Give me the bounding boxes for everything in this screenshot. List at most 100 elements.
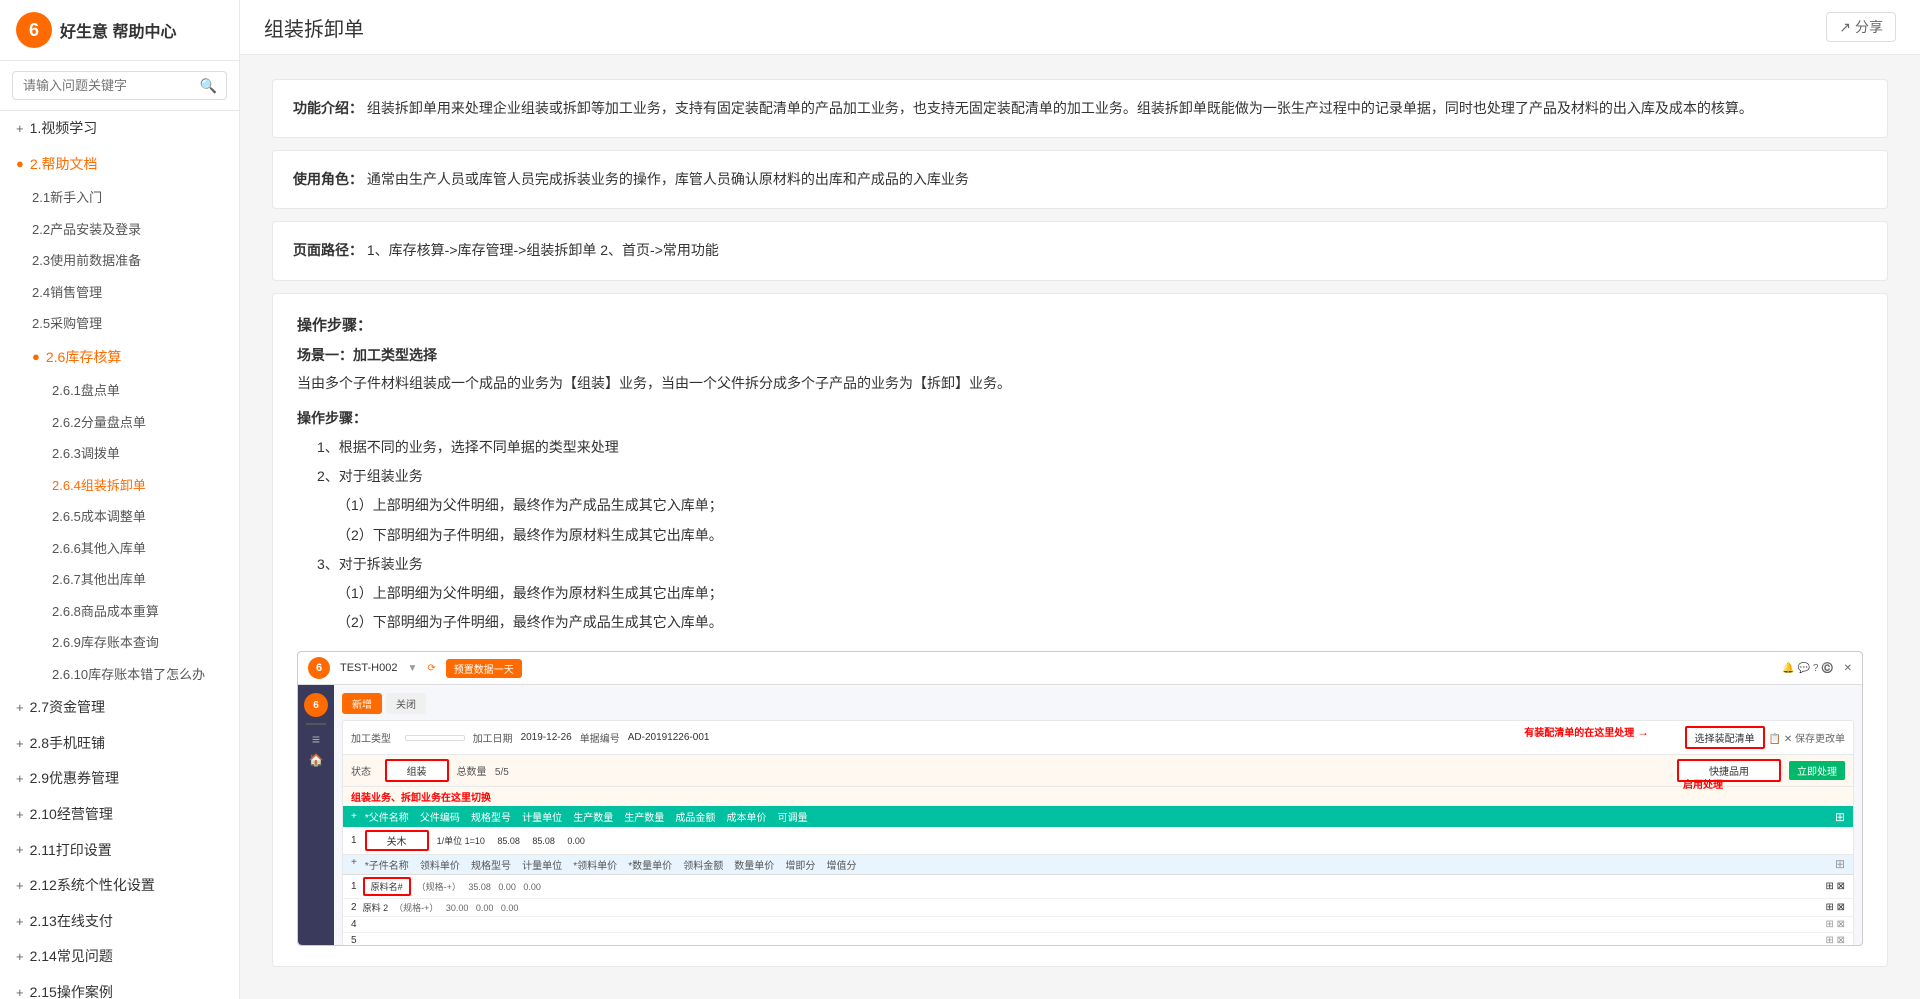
mock-dropdown-icon: ▼ — [407, 663, 417, 674]
annotation-bom-text: 有装配清单的在这里处理 — [1524, 728, 1634, 739]
share-icon: ↗ — [1839, 19, 1851, 36]
mock-type-select — [405, 735, 465, 741]
sidebar-item-payment[interactable]: + 2.13在线支付 — [0, 904, 239, 940]
mock-label-type: 加工类型 — [351, 730, 397, 745]
mock-mini-logo: 6 — [304, 693, 328, 717]
mock-preset-btn: 预置数据一天 — [446, 659, 522, 678]
mock-tabs: 新增 关闭 — [342, 693, 1854, 714]
intro-card: 功能介绍： 组装拆卸单用来处理企业组装或拆卸等加工业务，支持有固定装配清单的产品… — [272, 79, 1888, 138]
mock-bom-area: 选择装配清单 📋 ✕ 保存更改单 — [1685, 726, 1845, 749]
mock-sub-row3-num: 4 — [351, 919, 357, 930]
mock-sub-row-3: 4 ⊞ ⊠ — [343, 917, 1853, 933]
mock-ann-enable: 启用处理 — [1683, 776, 1723, 791]
mock-bom-btn: 选择装配清单 — [1685, 726, 1765, 749]
mock-sub-row2-num: 2 — [351, 902, 357, 913]
sidebar-item-newbie[interactable]: 2.1新手入门 — [0, 182, 239, 214]
sidebar-item-docs[interactable]: ● 2.帮助文档 — [0, 147, 239, 183]
mock-sub-row-2: 2 原料 2 （规格-+） 30.00 0.00 0.00 ⊞ ⊠ — [343, 899, 1853, 917]
mock-status-select: 组装 — [385, 759, 449, 782]
sidebar-item-stockcheck[interactable]: 2.6.9库存账本查询 — [0, 627, 239, 659]
path-label: 页面路径： — [293, 242, 363, 258]
sidebar-item-costrecalc[interactable]: 2.6.8商品成本重算 — [0, 596, 239, 628]
share-button[interactable]: ↗ 分享 — [1826, 12, 1896, 42]
screenshot-container: 6 TEST-H002 ▼ ⟳ 预置数据一天 🔔 💬 ? ©️ ✕ — [297, 651, 1863, 946]
mock-sub-row2-rest: （规格-+） 30.00 0.00 0.00 — [394, 901, 518, 914]
mock-sub-row-1: 1 原料名# （规格-+） 35.08 0.00 0.00 ⊞ ⊠ — [343, 875, 1853, 899]
sidebar-item-label: 2.帮助文档 — [30, 155, 98, 175]
sidebar-item-label: 2.7资金管理 — [30, 698, 105, 718]
sidebar-item-prepare[interactable]: 2.3使用前数据准备 — [0, 245, 239, 277]
mock-label-count: 总数量 5/5 — [457, 763, 509, 778]
plus-icon: + — [16, 984, 24, 999]
path-text: 页面路径： 1、库存核算->库存管理->组装拆卸单 2、首页->常用功能 — [293, 238, 1867, 263]
sidebar-item-label: 2.6库存核算 — [46, 348, 121, 368]
sidebar-item-cases[interactable]: + 2.15操作案例 — [0, 975, 239, 999]
mock-app-icons: 🔔 💬 ? ©️ — [1782, 663, 1833, 674]
sidebar-item-sales[interactable]: 2.4销售管理 — [0, 277, 239, 309]
mock-sub-add-icon: + — [351, 857, 357, 872]
search-icon: 🔍 — [200, 77, 217, 94]
search-box[interactable]: 🔍 — [0, 61, 239, 111]
role-label: 使用角色： — [293, 171, 363, 187]
sidebar-item-assembly[interactable]: 2.6.4组装拆卸单 — [0, 470, 239, 502]
minus-icon: ● — [32, 348, 40, 366]
plus-icon: + — [16, 735, 24, 753]
plus-icon: + — [16, 806, 24, 824]
sidebar-item-otherin[interactable]: 2.6.6其他入库单 — [0, 533, 239, 565]
sidebar-item-label: 2.14常见问题 — [30, 947, 113, 967]
sidebar-item-costadj[interactable]: 2.6.5成本调整单 — [0, 501, 239, 533]
mock-sub-row2-icons: ⊞ ⊠ — [1825, 902, 1845, 913]
sidebar-item-finance[interactable]: + 2.7资金管理 — [0, 690, 239, 726]
sidebar-item-stocktake[interactable]: 2.6.1盘点单 — [0, 375, 239, 407]
sidebar-item-print[interactable]: + 2.11打印设置 — [0, 833, 239, 869]
sidebar-item-label: 2.9优惠券管理 — [30, 769, 119, 789]
sidebar-item-stockerror[interactable]: 2.6.10库存账本错了怎么办 — [0, 659, 239, 691]
step2-1: （1）上部明细为父件明细，最终作为产成品生成其它入库单； — [297, 493, 1863, 518]
main-header: 组装拆卸单 ↗ 分享 — [240, 0, 1920, 55]
mock-sub-row-4: 5 ⊞ ⊠ — [343, 933, 1853, 945]
sidebar-item-operation[interactable]: + 2.10经营管理 — [0, 797, 239, 833]
role-text: 使用角色： 通常由生产人员或库管人员完成拆装业务的操作，库管人员确认原材料的出库… — [293, 167, 1867, 192]
main-area: 组装拆卸单 ↗ 分享 功能介绍： 组装拆卸单用来处理企业组装或拆卸等加工业务，支… — [240, 0, 1920, 999]
sidebar-item-label: 2.13在线支付 — [30, 912, 113, 932]
sidebar-item-transfer[interactable]: 2.6.3调拨单 — [0, 438, 239, 470]
sidebar-nav: + 1.视频学习 ● 2.帮助文档 2.1新手入门 2.2产品安装及登录 2.3… — [0, 111, 239, 999]
mock-tab-list: 关闭 — [386, 693, 426, 714]
mock-tab-new: 新增 — [342, 693, 382, 714]
mock-parent-name-cell: 关木 — [365, 830, 429, 851]
mock-ann-bom: 有装配清单的在这里处理 → — [1520, 723, 1653, 740]
scene1-desc: 当由多个子件材料组装成一个成品的业务为【组装】业务，当由一个父件拆分成多个子产品… — [297, 371, 1863, 396]
sidebar-item-inventory[interactable]: ● 2.6库存核算 — [0, 340, 239, 376]
mock-sub-row4-icons: ⊞ ⊠ — [1825, 935, 1845, 945]
mock-sub-row1-icons: ⊞ ⊠ — [1825, 881, 1845, 892]
plus-icon: + — [16, 877, 24, 895]
page-title: 组装拆卸单 — [264, 13, 364, 42]
sidebar-item-video[interactable]: + 1.视频学习 — [0, 111, 239, 147]
search-input[interactable] — [12, 71, 227, 100]
sidebar-item-install[interactable]: 2.2产品安装及登录 — [0, 214, 239, 246]
mock-row-num: 1 — [351, 835, 357, 846]
sidebar-item-mobile[interactable]: + 2.8手机旺铺 — [0, 726, 239, 762]
sidebar-header: 6 好生意 帮助中心 — [0, 0, 239, 61]
plus-icon: + — [16, 770, 24, 788]
plus-icon: + — [16, 948, 24, 966]
mock-parent-row: 1 关木 1/单位 1=10 85.08 85.08 0.00 — [343, 827, 1853, 855]
plus-icon: + — [16, 699, 24, 717]
sidebar-item-label: 1.视频学习 — [30, 119, 98, 139]
intro-text: 功能介绍： 组装拆卸单用来处理企业组装或拆卸等加工业务，支持有固定装配清单的产品… — [293, 96, 1867, 121]
mock-sub-row2-name: 原料 2 — [363, 901, 389, 914]
sidebar-item-coupon[interactable]: + 2.9优惠券管理 — [0, 761, 239, 797]
sidebar-item-partial[interactable]: 2.6.2分量盘点单 — [0, 407, 239, 439]
logo-text: 好生意 帮助中心 — [60, 18, 176, 42]
steps-title: 操作步骤： — [297, 314, 1863, 335]
sidebar-item-purchase[interactable]: 2.5采购管理 — [0, 308, 239, 340]
sidebar-item-faq[interactable]: + 2.14常见问题 — [0, 939, 239, 975]
mock-mini-sidebar: 6 ≡ 🏠 — [298, 685, 334, 945]
sidebar-item-system[interactable]: + 2.12系统个性化设置 — [0, 868, 239, 904]
path-card: 页面路径： 1、库存核算->库存管理->组装拆卸单 2、首页->常用功能 — [272, 221, 1888, 280]
steps-card: 操作步骤： 场景一：加工类型选择 当由多个子件材料组装成一个成品的业务为【组装】… — [272, 293, 1888, 968]
sidebar-item-otherout[interactable]: 2.6.7其他出库单 — [0, 564, 239, 596]
plus-icon: + — [16, 120, 24, 138]
logo-icon: 6 — [16, 12, 52, 48]
mock-home-icon: 🏠 — [309, 753, 324, 767]
